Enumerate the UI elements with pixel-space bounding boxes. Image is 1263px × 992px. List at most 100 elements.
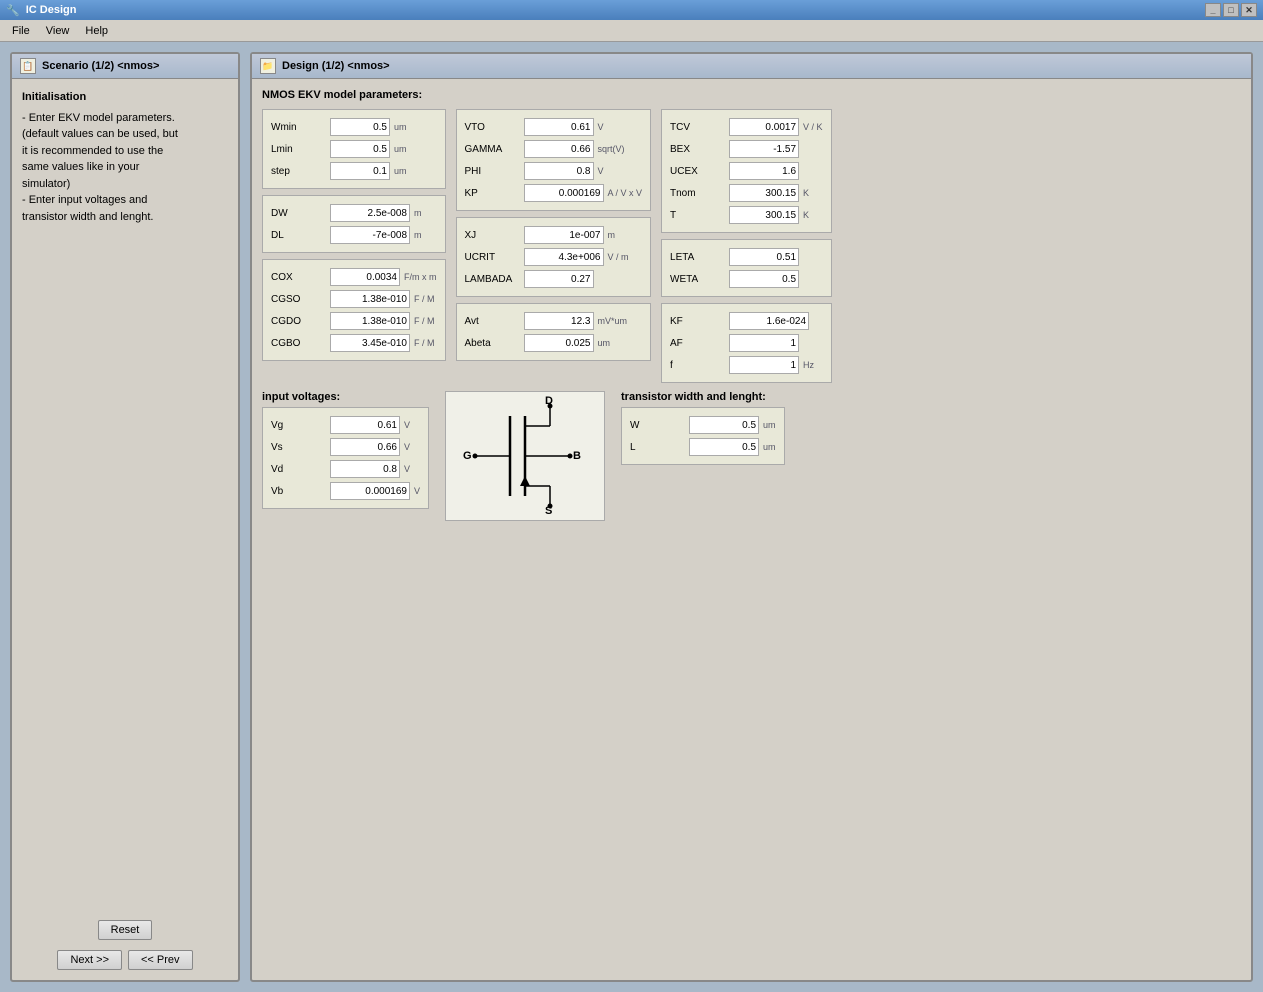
cgso-row: CGSO F / M — [271, 290, 437, 308]
right-panel-body: NMOS EKV model parameters: Wmin um Lmin — [252, 79, 1251, 531]
vb-unit: V — [414, 486, 420, 496]
xj-row: XJ m — [465, 226, 643, 244]
lmin-label: Lmin — [271, 144, 326, 155]
cgbo-input[interactable] — [330, 334, 410, 352]
dw-label: DW — [271, 208, 326, 219]
lmin-input[interactable] — [330, 140, 390, 158]
kp-row: KP A / V x V — [465, 184, 643, 202]
menu-view[interactable]: View — [38, 23, 78, 39]
bex-input[interactable] — [729, 140, 799, 158]
t-input[interactable] — [729, 206, 799, 224]
xj-label: XJ — [465, 230, 520, 241]
cgso-input[interactable] — [330, 290, 410, 308]
titlebar-controls: _ □ ✕ — [1205, 3, 1257, 17]
params-section-title: NMOS EKV model parameters: — [262, 89, 1241, 101]
kf-group: KF AF f Hz — [661, 303, 832, 383]
right-panel-title: Design (1/2) <nmos> — [282, 60, 390, 72]
voltages-section: input voltages: Vg V Vs V — [262, 391, 429, 509]
af-input[interactable] — [729, 334, 799, 352]
dl-input[interactable] — [330, 226, 410, 244]
lambada-input[interactable] — [524, 270, 594, 288]
init-text: - Enter EKV model parameters. (default v… — [22, 110, 228, 226]
next-button[interactable]: Next >> — [57, 950, 122, 970]
kp-unit: A / V x V — [608, 188, 643, 198]
vto-label: VTO — [465, 122, 520, 133]
left-panel-body: Initialisation - Enter EKV model paramet… — [12, 79, 238, 910]
step-input[interactable] — [330, 162, 390, 180]
vs-input[interactable] — [330, 438, 400, 456]
vd-unit: V — [404, 464, 410, 474]
l-input[interactable] — [689, 438, 759, 456]
w-input[interactable] — [689, 416, 759, 434]
kp-label: KP — [465, 188, 520, 199]
vg-row: Vg V — [271, 416, 420, 434]
phi-input[interactable] — [524, 162, 594, 180]
vto-group: VTO V GAMMA sqrt(V) PHI V — [456, 109, 652, 211]
kf-input[interactable] — [729, 312, 809, 330]
t-row: T K — [670, 206, 823, 224]
tnom-row: Tnom K — [670, 184, 823, 202]
w-unit: um — [763, 420, 776, 430]
abeta-label: Abeta — [465, 338, 520, 349]
vd-input[interactable] — [330, 460, 400, 478]
scenario-icon: 📋 — [20, 58, 36, 74]
maximize-button[interactable]: □ — [1223, 3, 1239, 17]
tcv-input[interactable] — [729, 118, 799, 136]
avt-row: Avt mV*um — [465, 312, 643, 330]
ucrit-input[interactable] — [524, 248, 604, 266]
kf-label: KF — [670, 316, 725, 327]
vg-input[interactable] — [330, 416, 400, 434]
wmin-unit: um — [394, 122, 407, 132]
vd-label: Vd — [271, 464, 326, 475]
tnom-label: Tnom — [670, 188, 725, 199]
gamma-input[interactable] — [524, 140, 594, 158]
lmin-unit: um — [394, 144, 407, 154]
prev-button[interactable]: << Prev — [128, 950, 193, 970]
init-title: Initialisation — [22, 89, 228, 106]
vb-label: Vb — [271, 486, 326, 497]
f-input[interactable] — [729, 356, 799, 374]
kf-row: KF — [670, 312, 823, 330]
cgso-label: CGSO — [271, 294, 326, 305]
menubar: File View Help — [0, 20, 1263, 42]
w-label: W — [630, 420, 685, 431]
avt-input[interactable] — [524, 312, 594, 330]
phi-label: PHI — [465, 166, 520, 177]
af-row: AF — [670, 334, 823, 352]
f-row: f Hz — [670, 356, 823, 374]
menu-file[interactable]: File — [4, 23, 38, 39]
weta-label: WETA — [670, 274, 725, 285]
weta-input[interactable] — [729, 270, 799, 288]
ucrit-unit: V / m — [608, 252, 629, 262]
step-label: step — [271, 166, 326, 177]
dw-row: DW m — [271, 204, 437, 222]
menu-help[interactable]: Help — [77, 23, 116, 39]
leta-input[interactable] — [729, 248, 799, 266]
reset-button[interactable]: Reset — [98, 920, 153, 940]
minimize-button[interactable]: _ — [1205, 3, 1221, 17]
leta-label: LETA — [670, 252, 725, 263]
cox-input[interactable] — [330, 268, 400, 286]
xj-input[interactable] — [524, 226, 604, 244]
vb-row: Vb V — [271, 482, 420, 500]
vto-input[interactable] — [524, 118, 594, 136]
vs-row: Vs V — [271, 438, 420, 456]
tnom-input[interactable] — [729, 184, 799, 202]
cgdo-input[interactable] — [330, 312, 410, 330]
lambada-label: LAMBADA — [465, 274, 520, 285]
kp-input[interactable] — [524, 184, 604, 202]
wmin-group: Wmin um Lmin um step um — [262, 109, 446, 189]
dw-input[interactable] — [330, 204, 410, 222]
wmin-input[interactable] — [330, 118, 390, 136]
wmin-row: Wmin um — [271, 118, 437, 136]
cgdo-row: CGDO F / M — [271, 312, 437, 330]
left-panel-title: Scenario (1/2) <nmos> — [42, 60, 159, 72]
ucex-input[interactable] — [729, 162, 799, 180]
close-button[interactable]: ✕ — [1241, 3, 1257, 17]
abeta-input[interactable] — [524, 334, 594, 352]
vb-input[interactable] — [330, 482, 410, 500]
leta-row: LETA — [670, 248, 823, 266]
af-label: AF — [670, 338, 725, 349]
bex-row: BEX — [670, 140, 823, 158]
tcv-row: TCV V / K — [670, 118, 823, 136]
